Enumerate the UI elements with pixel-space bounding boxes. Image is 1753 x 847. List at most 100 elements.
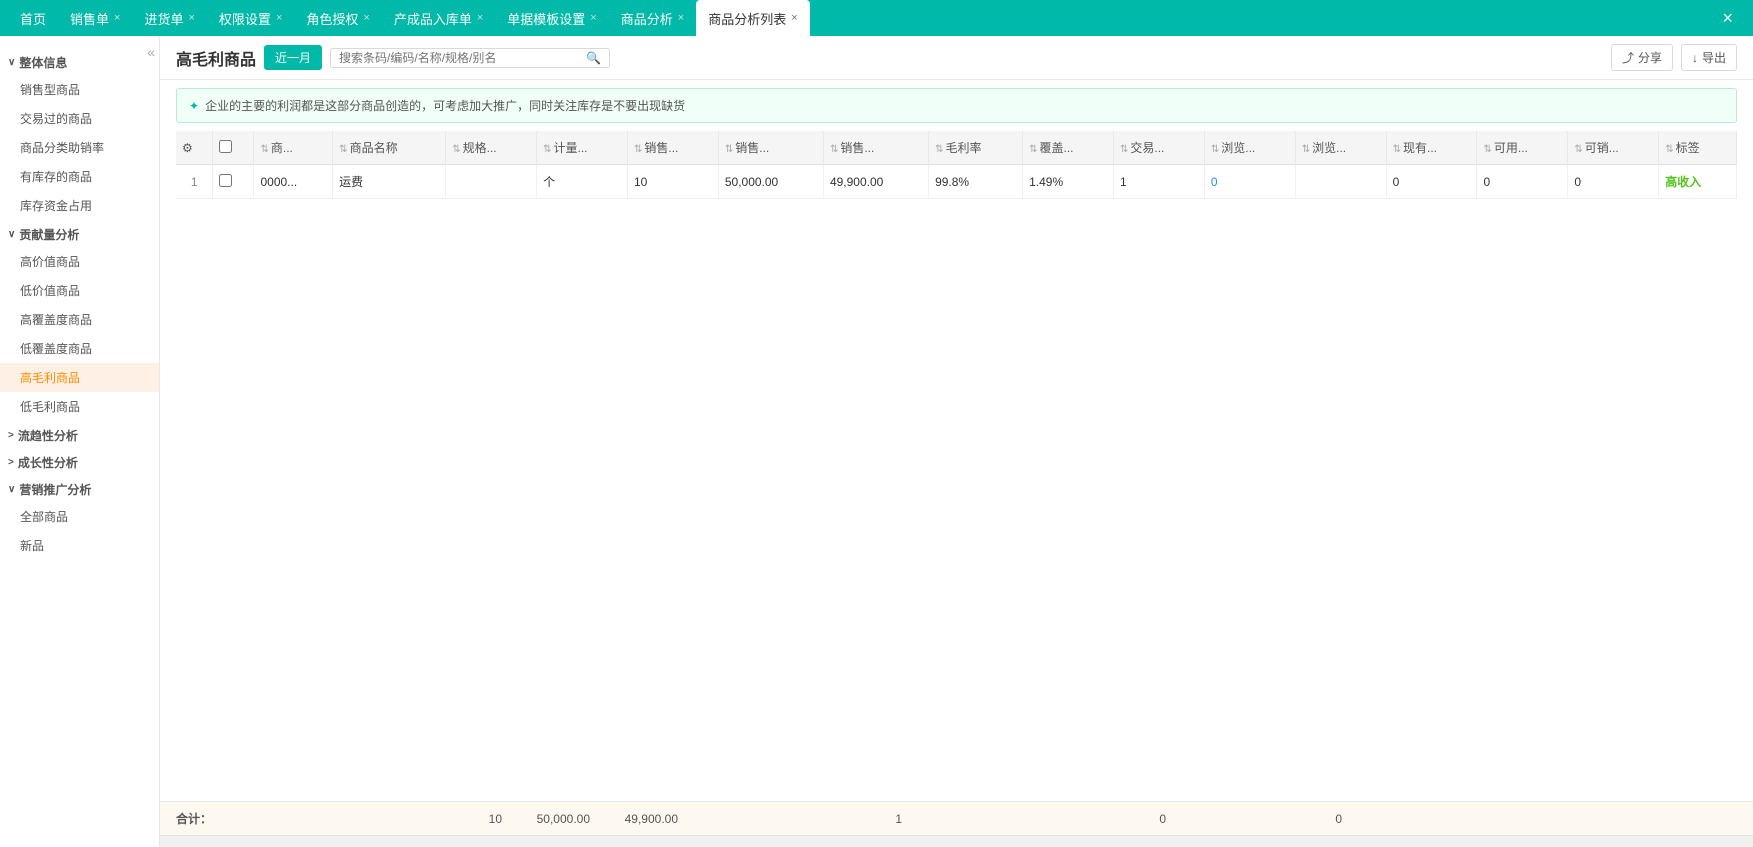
sidebar-item-高价值商品[interactable]: 高价值商品 <box>0 247 159 276</box>
cell-view2 <box>1295 165 1386 199</box>
col-header-stock_current[interactable]: ⇅现有... <box>1386 131 1477 165</box>
cell-checkbox <box>213 165 254 199</box>
sidebar-group-流趋性分析[interactable]: >流趋性分析 <box>0 421 159 448</box>
search-icon[interactable]: 🔍 <box>586 51 601 65</box>
col-header-view1[interactable]: ⇅浏览... <box>1204 131 1295 165</box>
search-box: 🔍 <box>330 48 610 68</box>
nav-item-进货单[interactable]: 进货单× <box>132 0 206 36</box>
sort-icon-gross_margin[interactable]: ⇅ <box>935 144 943 155</box>
tag-label: 高收入 <box>1665 175 1701 189</box>
sidebar-item-销售型商品[interactable]: 销售型商品 <box>0 75 159 104</box>
nav-close-销售单[interactable]: × <box>114 12 120 24</box>
window-close-button[interactable]: × <box>1710 0 1745 36</box>
tip-icon: ✦ <box>189 99 199 113</box>
sort-icon-code[interactable]: ⇅ <box>260 144 268 155</box>
sidebar-item-商品分类助销率[interactable]: 商品分类助销率 <box>0 133 159 162</box>
export-icon: ↓ <box>1692 51 1698 65</box>
nav-item-商品分析[interactable]: 商品分析× <box>609 0 696 36</box>
sort-icon-stock_available[interactable]: ⇅ <box>1483 144 1491 155</box>
sidebar-item-低毛利商品[interactable]: 低毛利商品 <box>0 392 159 421</box>
sidebar-item-交易过的商品[interactable]: 交易过的商品 <box>0 104 159 133</box>
nav-item-角色授权[interactable]: 角色授权× <box>294 0 381 36</box>
nav-item-单据模板设置[interactable]: 单据模板设置× <box>495 0 608 36</box>
info-banner: ✦ 企业的主要的利润都是这部分商品创造的，可考虑加大推广，同时关注库存是不要出现… <box>176 88 1737 123</box>
cell-code: 0000... <box>254 165 333 199</box>
cell-gross_margin: 99.8% <box>929 165 1023 199</box>
sidebar-group-整体信息[interactable]: ∨整体信息 <box>0 48 159 75</box>
data-table: ⚙⇅商...⇅商品名称⇅规格...⇅计量...⇅销售...⇅销售...⇅销售..… <box>176 131 1737 199</box>
table-body: 10000...运费个1050,000.0049,900.0099.8%1.49… <box>176 165 1737 199</box>
col-header-settings[interactable]: ⚙ <box>176 131 213 165</box>
sort-icon-tag[interactable]: ⇅ <box>1665 144 1673 155</box>
select-all-checkbox[interactable] <box>219 140 232 153</box>
col-header-checkbox[interactable] <box>213 131 254 165</box>
row-checkbox[interactable] <box>219 174 232 187</box>
cell-stock_saleable: 0 <box>1568 165 1659 199</box>
sidebar-group-成长性分析[interactable]: >成长性分析 <box>0 448 159 475</box>
nav-item-商品分析列表[interactable]: 商品分析列表× <box>696 0 809 36</box>
col-header-name[interactable]: ⇅商品名称 <box>333 131 446 165</box>
nav-item-销售单[interactable]: 销售单× <box>58 0 132 36</box>
sidebar-item-低价值商品[interactable]: 低价值商品 <box>0 276 159 305</box>
cell-tag: 高收入 <box>1659 165 1737 199</box>
col-header-view2[interactable]: ⇅浏览... <box>1295 131 1386 165</box>
col-header-stock_saleable[interactable]: ⇅可销... <box>1568 131 1659 165</box>
nav-close-商品分析[interactable]: × <box>678 12 684 24</box>
sort-icon-sales_qty[interactable]: ⇅ <box>634 144 642 155</box>
nav-close-进货单[interactable]: × <box>188 12 194 24</box>
share-button[interactable]: ⤴ 分享 <box>1611 44 1673 71</box>
sort-icon-stock_current[interactable]: ⇅ <box>1393 144 1401 155</box>
export-button[interactable]: ↓ 导出 <box>1681 44 1737 71</box>
nav-item-权限设置[interactable]: 权限设置× <box>207 0 294 36</box>
sort-icon-coverage[interactable]: ⇅ <box>1029 144 1037 155</box>
sort-icon-view1[interactable]: ⇅ <box>1211 144 1219 155</box>
sort-icon-sales_amt[interactable]: ⇅ <box>725 144 733 155</box>
link-cell[interactable]: 0 <box>1211 175 1218 189</box>
nav-item-产成品入库单[interactable]: 产成品入库单× <box>382 0 495 36</box>
col-header-sales_amt[interactable]: ⇅销售... <box>718 131 823 165</box>
cell-sales_qty: 10 <box>627 165 718 199</box>
sort-icon-trade_count[interactable]: ⇅ <box>1120 144 1128 155</box>
col-header-coverage[interactable]: ⇅覆盖... <box>1023 131 1114 165</box>
sort-icon-sales_profit[interactable]: ⇅ <box>830 144 838 155</box>
filter-recent-month-button[interactable]: 近一月 <box>264 45 322 70</box>
sidebar-item-高毛利商品[interactable]: 高毛利商品 <box>0 363 159 392</box>
sidebar-item-高覆盖度商品[interactable]: 高覆盖度商品 <box>0 305 159 334</box>
horizontal-scrollbar[interactable] <box>160 835 1753 847</box>
col-header-trade_count[interactable]: ⇅交易... <box>1113 131 1204 165</box>
nav-item-首页[interactable]: 首页 <box>8 0 58 36</box>
nav-close-商品分析列表[interactable]: × <box>791 12 797 24</box>
sidebar-item-全部商品[interactable]: 全部商品 <box>0 502 159 531</box>
sort-icon-view2[interactable]: ⇅ <box>1302 144 1310 155</box>
col-header-gross_margin[interactable]: ⇅毛利率 <box>929 131 1023 165</box>
sort-icon-name[interactable]: ⇅ <box>339 144 347 155</box>
sidebar-group-贡献量分析[interactable]: ∨贡献量分析 <box>0 220 159 247</box>
nav-close-权限设置[interactable]: × <box>276 12 282 24</box>
sidebar-collapse-button[interactable]: « <box>147 44 155 60</box>
col-header-sales_profit[interactable]: ⇅销售... <box>823 131 928 165</box>
nav-close-产成品入库单[interactable]: × <box>477 12 483 24</box>
nav-close-单据模板设置[interactable]: × <box>590 12 596 24</box>
col-header-code[interactable]: ⇅商... <box>254 131 333 165</box>
sidebar-item-库存资金占用[interactable]: 库存资金占用 <box>0 191 159 220</box>
group-arrow: > <box>8 430 14 441</box>
sidebar-group-营销推广分析[interactable]: ∨营销推广分析 <box>0 475 159 502</box>
main-layout: « ∨整体信息销售型商品交易过的商品商品分类助销率有库存的商品库存资金占用∨贡献… <box>0 36 1753 847</box>
col-header-stock_available[interactable]: ⇅可用... <box>1477 131 1568 165</box>
table-footer: 合计： 10 50,000.00 49,900.00 1 0 0 <box>160 801 1753 835</box>
col-header-sales_qty[interactable]: ⇅销售... <box>627 131 718 165</box>
sidebar-item-有库存的商品[interactable]: 有库存的商品 <box>0 162 159 191</box>
settings-icon[interactable]: ⚙ <box>182 141 193 155</box>
group-arrow: ∨ <box>8 229 15 240</box>
col-header-tag[interactable]: ⇅标签 <box>1659 131 1737 165</box>
sort-icon-unit[interactable]: ⇅ <box>543 144 551 155</box>
sidebar-item-低覆盖度商品[interactable]: 低覆盖度商品 <box>0 334 159 363</box>
sidebar-item-新品[interactable]: 新品 <box>0 531 159 560</box>
sort-icon-stock_saleable[interactable]: ⇅ <box>1574 144 1582 155</box>
search-input[interactable] <box>339 51 586 65</box>
col-header-spec[interactable]: ⇅规格... <box>446 131 537 165</box>
top-navigation: 首页销售单×进货单×权限设置×角色授权×产成品入库单×单据模板设置×商品分析×商… <box>0 0 1753 36</box>
col-header-unit[interactable]: ⇅计量... <box>537 131 628 165</box>
sort-icon-spec[interactable]: ⇅ <box>452 144 460 155</box>
nav-close-角色授权[interactable]: × <box>363 12 369 24</box>
